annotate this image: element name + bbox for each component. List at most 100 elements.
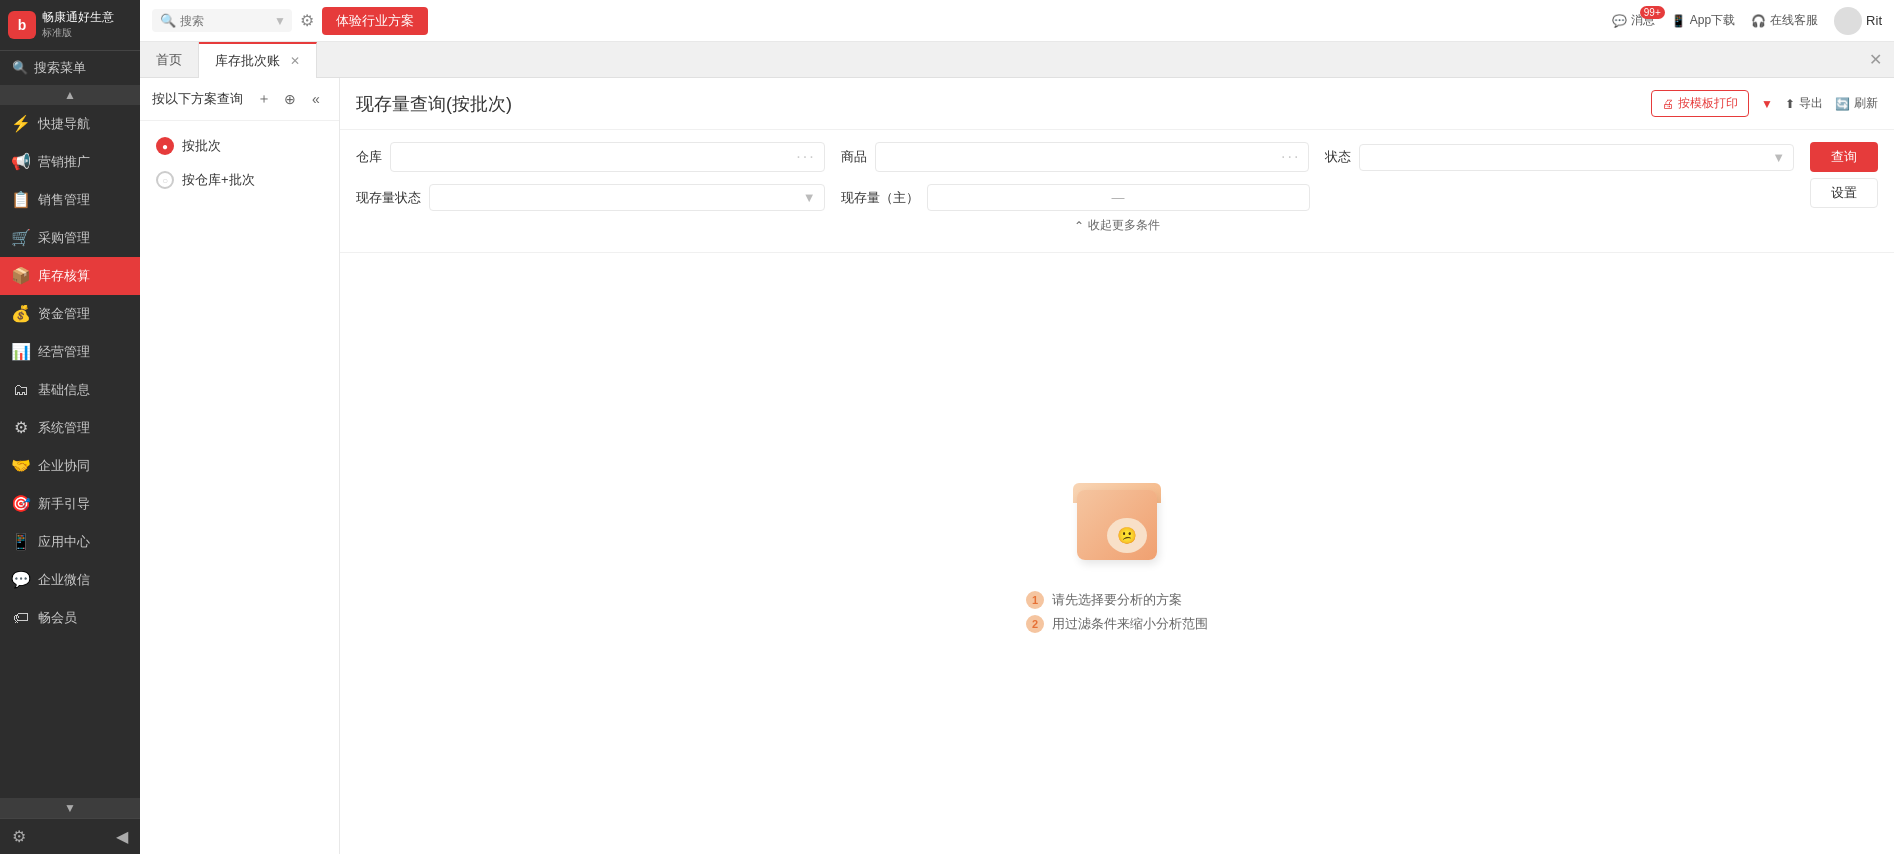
filter-inventory-status: 现存量状态 ▼	[356, 184, 825, 211]
operations-icon: 📊	[12, 343, 30, 361]
scheme-list: ● 按批次 ○ 按仓库+批次	[140, 121, 339, 205]
inventory-icon: 📦	[12, 267, 30, 285]
tab-home[interactable]: 首页	[140, 42, 199, 78]
tab-close-btn[interactable]: ✕	[290, 54, 300, 68]
sidebar-header: b 畅康通好生意 标准版	[0, 0, 140, 51]
filter-inventory-qty: 现存量（主） —	[841, 184, 1310, 211]
page-title-actions: 🖨 按模板打印 ▼ ⬆ 导出 🔄 刷新	[1651, 90, 1878, 117]
online-service-btn[interactable]: 🎧 在线客服	[1751, 12, 1818, 29]
sidebar-item-basic[interactable]: 🗂 基础信息	[0, 371, 140, 409]
collapse-sidebar-btn[interactable]: ◀	[116, 827, 128, 846]
add-scheme-btn[interactable]: ＋	[253, 88, 275, 110]
sidebar-nav: ⚡ 快捷导航 📢 营销推广 📋 销售管理 🛒 采购管理 📦 库存核算 💰 资金管…	[0, 105, 140, 798]
sidebar-item-inventory[interactable]: 📦 库存核算	[0, 257, 140, 295]
empty-hint-2: 2 用过滤条件来缩小分析范围	[1026, 615, 1208, 633]
refresh-icon: 🔄	[1835, 97, 1850, 111]
sidebar-item-newuser[interactable]: 🎯 新手引导	[0, 485, 140, 523]
filter-row-2: 现存量状态 ▼ 现存量（主） —	[356, 184, 1794, 211]
sidebar-item-enterprise[interactable]: 🤝 企业协同	[0, 447, 140, 485]
tab-panel-close-btn[interactable]: ✕	[1857, 50, 1894, 69]
app-download-btn[interactable]: 📱 App下载	[1671, 12, 1735, 29]
sidebar-item-marketing[interactable]: 📢 营销推广	[0, 143, 140, 181]
main-area: 🔍 ▼ ⚙ 体验行业方案 💬 消息 99+ 📱 App下载 🎧 在线客服 R	[140, 0, 1894, 854]
filter-action-btns: 查询 设置	[1810, 142, 1878, 208]
scheme-settings-btn[interactable]: ⊕	[279, 88, 301, 110]
experience-btn[interactable]: 体验行业方案	[322, 7, 428, 35]
export-btn[interactable]: ⬆ 导出	[1785, 95, 1823, 112]
enterprise-icon: 🤝	[12, 457, 30, 475]
status-dropdown-icon: ▼	[1772, 150, 1785, 165]
basic-icon: 🗂	[12, 381, 30, 399]
goods-input[interactable]: ···	[875, 142, 1310, 172]
tab-inventory-batch[interactable]: 库存批次账 ✕	[199, 42, 317, 78]
sidebar-item-finance[interactable]: 💰 资金管理	[0, 295, 140, 333]
scheme-active-dot: ●	[156, 137, 174, 155]
topbar-right: 💬 消息 99+ 📱 App下载 🎧 在线客服 Rit	[1612, 7, 1882, 35]
inventory-status-dropdown-icon: ▼	[803, 190, 816, 205]
goods-dots-btn[interactable]: ···	[1281, 148, 1300, 166]
topbar-gear-btn[interactable]: ⚙	[300, 11, 314, 30]
left-panel-header: 按以下方案查询 ＋ ⊕ «	[140, 78, 339, 121]
scroll-up-btn[interactable]: ▲	[0, 85, 140, 105]
empty-state: 😕 1 请先选择要分析的方案 2 用过滤条件来缩小分析范围	[340, 253, 1894, 854]
filter-row-1: 仓库 ··· 商品 ···	[356, 142, 1794, 172]
warehouse-input[interactable]: ···	[390, 142, 825, 172]
filter-bar: 仓库 ··· 商品 ···	[340, 130, 1894, 253]
page-title-bar: 现存量查询(按批次) 🖨 按模板打印 ▼ ⬆ 导出 🔄 刷新	[340, 78, 1894, 130]
chevron-up-icon: ⌃	[1074, 219, 1084, 233]
messages-btn[interactable]: 💬 消息 99+	[1612, 12, 1655, 29]
sidebar-search[interactable]: 🔍 搜索菜单	[0, 51, 140, 85]
qty-min-input[interactable]	[936, 190, 1104, 205]
inventory-status-select[interactable]: ▼	[429, 184, 825, 211]
topbar-search-box[interactable]: 🔍 ▼	[152, 9, 292, 32]
app-download-icon: 📱	[1671, 14, 1686, 28]
settings-bottom-icon[interactable]: ⚙	[12, 827, 26, 846]
user-profile-btn[interactable]: Rit	[1834, 7, 1882, 35]
scroll-down-btn[interactable]: ▼	[0, 798, 140, 818]
sidebar: b 畅康通好生意 标准版 🔍 搜索菜单 ▲ ⚡ 快捷导航 📢 营销推广 📋 销售…	[0, 0, 140, 854]
warehouse-dots-btn[interactable]: ···	[796, 148, 815, 166]
sidebar-item-appstore[interactable]: 📱 应用中心	[0, 523, 140, 561]
filter-warehouse: 仓库 ···	[356, 142, 825, 172]
right-panel: 现存量查询(按批次) 🖨 按模板打印 ▼ ⬆ 导出 🔄 刷新	[340, 78, 1894, 854]
sidebar-item-member[interactable]: 🏷 畅会员	[0, 599, 140, 637]
box-face: 😕	[1107, 518, 1147, 553]
sidebar-item-sales[interactable]: 📋 销售管理	[0, 181, 140, 219]
tabbar: 首页 库存批次账 ✕ ✕	[140, 42, 1894, 78]
scheme-item-by-warehouse-batch[interactable]: ○ 按仓库+批次	[140, 163, 339, 197]
sidebar-item-system[interactable]: ⚙ 系统管理	[0, 409, 140, 447]
topbar-dropdown-icon[interactable]: ▼	[274, 14, 286, 28]
inventory-qty-input[interactable]: —	[927, 184, 1310, 211]
newuser-icon: 🎯	[12, 495, 30, 513]
topbar-search-icon: 🔍	[160, 13, 176, 28]
collapse-left-btn[interactable]: «	[305, 88, 327, 110]
brand-name: 畅康通好生意	[42, 10, 114, 26]
appstore-icon: 📱	[12, 533, 30, 551]
sidebar-item-wechat[interactable]: 💬 企业微信	[0, 561, 140, 599]
sidebar-item-operations[interactable]: 📊 经营管理	[0, 333, 140, 371]
topbar: 🔍 ▼ ⚙ 体验行业方案 💬 消息 99+ 📱 App下载 🎧 在线客服 R	[140, 0, 1894, 42]
purchase-icon: 🛒	[12, 229, 30, 247]
qty-max-input[interactable]	[1133, 190, 1301, 205]
print-btn[interactable]: 🖨 按模板打印	[1651, 90, 1749, 117]
sidebar-item-quick-nav[interactable]: ⚡ 快捷导航	[0, 105, 140, 143]
query-btn[interactable]: 查询	[1810, 142, 1878, 172]
empty-illustration: 😕	[1067, 475, 1167, 575]
search-icon: 🔍	[12, 60, 28, 75]
user-avatar	[1834, 7, 1862, 35]
refresh-btn[interactable]: 🔄 刷新	[1835, 95, 1878, 112]
marketing-icon: 📢	[12, 153, 30, 171]
status-select[interactable]: ▼	[1359, 144, 1794, 171]
collapse-more-btn[interactable]: ⌃ 收起更多条件	[356, 211, 1878, 240]
empty-hints: 1 请先选择要分析的方案 2 用过滤条件来缩小分析范围	[1026, 591, 1208, 633]
sidebar-item-purchase[interactable]: 🛒 采购管理	[0, 219, 140, 257]
print-dropdown-btn[interactable]: ▼	[1761, 97, 1773, 111]
sidebar-logo: b	[8, 11, 36, 39]
headset-icon: 🎧	[1751, 14, 1766, 28]
topbar-search-input[interactable]	[180, 14, 270, 28]
export-icon: ⬆	[1785, 97, 1795, 111]
scheme-item-by-batch[interactable]: ● 按批次	[140, 129, 339, 163]
left-panel: 按以下方案查询 ＋ ⊕ « ● 按批次 ○ 按仓库+批次	[140, 78, 340, 854]
settings-btn[interactable]: 设置	[1810, 178, 1878, 208]
system-icon: ⚙	[12, 419, 30, 437]
